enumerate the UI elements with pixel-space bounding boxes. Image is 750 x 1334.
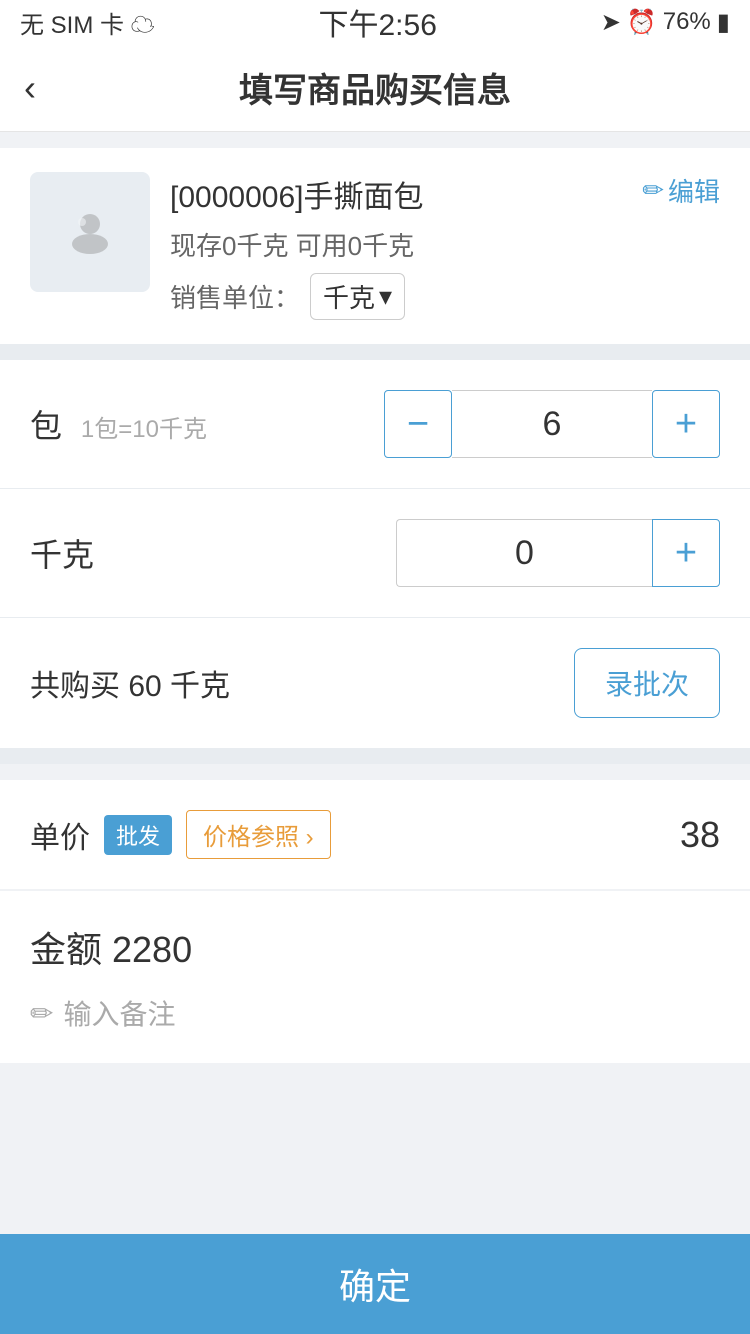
unit-dropdown-icon: ▾ <box>379 281 392 312</box>
sim-label: 无 SIM 卡 ☁ <box>20 5 155 40</box>
record-batch-button[interactable]: 录批次 <box>574 648 720 718</box>
product-info: [0000006]手撕面包 现存0千克 可用0千克 销售单位： 千克 ▾ <box>170 172 720 320</box>
edit-label: 编辑 <box>668 172 720 209</box>
edit-button[interactable]: ✏ 编辑 <box>642 172 720 209</box>
kg-plus-button[interactable]: + <box>652 519 720 587</box>
amount-label: 金额 2280 <box>30 929 192 970</box>
product-name: [0000006]手撕面包 <box>170 172 720 216</box>
unit-select[interactable]: 千克 ▾ <box>310 273 405 320</box>
page-title: 填写商品购买信息 <box>239 63 511 112</box>
edit-icon: ✏ <box>642 175 664 206</box>
bag-quantity-input[interactable] <box>452 390 652 458</box>
product-card: [0000006]手撕面包 现存0千克 可用0千克 销售单位： 千克 ▾ ✏ 编… <box>0 148 750 344</box>
price-value: 38 <box>680 814 720 856</box>
kg-label: 千克 <box>30 530 396 576</box>
bottom-padding <box>0 1063 750 1183</box>
location-icon: ➤ <box>601 8 621 37</box>
price-tag: 批发 <box>104 815 172 855</box>
bag-plus-button[interactable]: + <box>652 390 720 458</box>
battery-label: 76% <box>663 8 711 36</box>
product-unit-row: 销售单位： 千克 ▾ <box>170 273 720 320</box>
unit-value: 千克 <box>323 278 375 315</box>
amount-section: 金额 2280 ✏ 输入备注 <box>0 891 750 1063</box>
bag-row: 包 1包=10千克 − + <box>0 360 750 489</box>
product-image <box>30 172 150 292</box>
remark-icon: ✏ <box>30 997 53 1030</box>
bag-controls: − + <box>384 390 720 458</box>
price-label: 单价 <box>30 813 90 857</box>
summary-text: 共购买 60 千克 <box>30 661 230 705</box>
divider-1 <box>0 344 750 360</box>
bag-label: 包 <box>30 408 62 444</box>
bag-minus-button[interactable]: − <box>384 390 452 458</box>
battery-icon: ▮ <box>717 8 730 37</box>
product-stock: 现存0千克 可用0千克 <box>170 226 720 263</box>
quantity-section: 包 1包=10千克 − + 千克 + <box>0 360 750 618</box>
price-reference-button[interactable]: 价格参照 › <box>186 810 331 859</box>
alarm-icon: ⏰ <box>627 8 657 37</box>
status-bar: 无 SIM 卡 ☁ 下午2:56 ➤ ⏰ 76% ▮ <box>0 0 750 44</box>
status-left: 无 SIM 卡 ☁ <box>20 5 155 40</box>
remark-placeholder: 输入备注 <box>63 993 175 1033</box>
confirm-button[interactable]: 确定 <box>0 1234 750 1334</box>
remark-row[interactable]: ✏ 输入备注 <box>30 993 720 1033</box>
bag-hint: 1包=10千克 <box>81 416 207 443</box>
summary-row: 共购买 60 千克 录批次 <box>0 618 750 748</box>
kg-controls: + <box>396 519 720 587</box>
amount-row: 金额 2280 <box>30 921 720 973</box>
kg-quantity-input[interactable] <box>396 519 652 587</box>
status-right: ➤ ⏰ 76% ▮ <box>601 8 730 37</box>
kg-row: 千克 + <box>0 489 750 618</box>
back-button[interactable]: ‹ <box>24 67 36 109</box>
price-section: 单价 批发 价格参照 › 38 <box>0 780 750 889</box>
divider-2 <box>0 748 750 764</box>
bag-label-group: 包 1包=10千克 <box>30 401 384 447</box>
nav-bar: ‹ 填写商品购买信息 <box>0 44 750 132</box>
product-thumbnail-icon <box>60 202 120 262</box>
unit-label: 销售单位： <box>170 278 300 315</box>
price-label-group: 单价 批发 价格参照 › <box>30 810 331 859</box>
status-time: 下午2:56 <box>319 0 437 44</box>
